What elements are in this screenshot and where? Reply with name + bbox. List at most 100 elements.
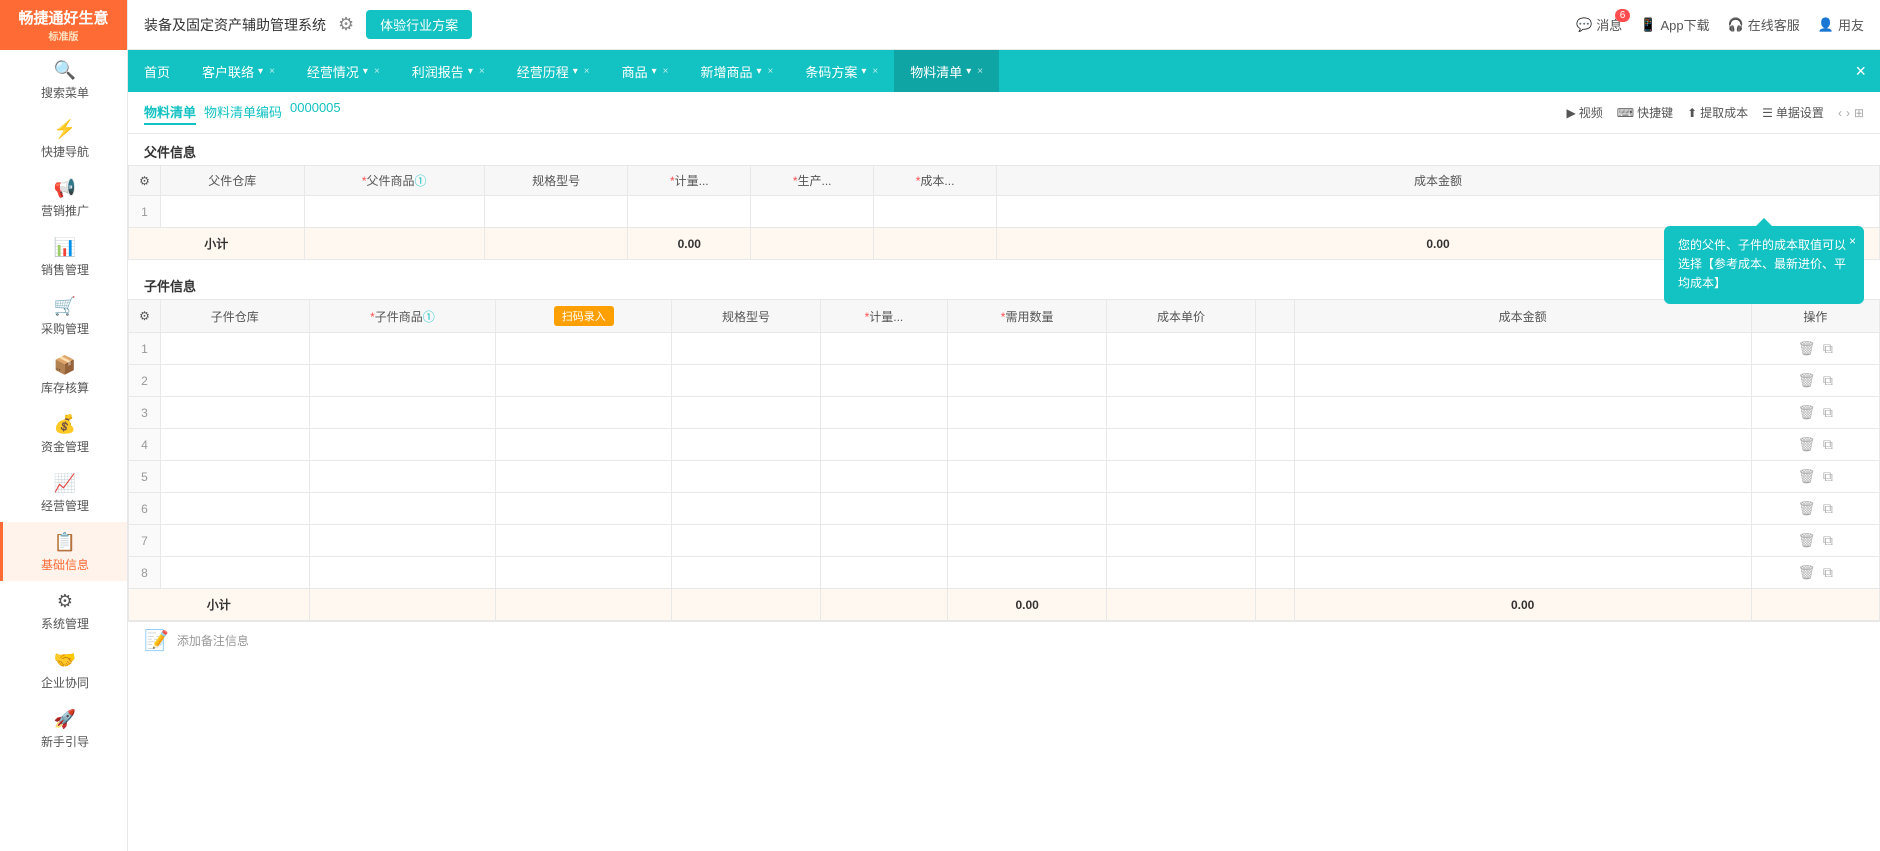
child-qty-cell[interactable] bbox=[948, 493, 1107, 525]
sidebar-item-purchase[interactable]: 🛒 采购管理 bbox=[0, 286, 127, 345]
tab-customer[interactable]: 客户联络 ▾ × bbox=[186, 50, 291, 92]
child-spec-cell[interactable] bbox=[672, 429, 821, 461]
child-warehouse-cell[interactable] bbox=[161, 461, 310, 493]
delete-icon[interactable]: 🗑 bbox=[1798, 500, 1816, 516]
child-goods-cell[interactable] bbox=[309, 461, 496, 493]
tab-barcode[interactable]: 条码方案 ▾ × bbox=[789, 50, 894, 92]
delete-icon[interactable]: 🗑 bbox=[1798, 532, 1816, 548]
child-unit-cell[interactable] bbox=[820, 333, 947, 365]
child-goods-cell[interactable] bbox=[309, 557, 496, 589]
child-goods-cell[interactable] bbox=[309, 429, 496, 461]
child-qty-cell[interactable] bbox=[948, 333, 1107, 365]
delete-icon[interactable]: 🗑 bbox=[1798, 436, 1816, 452]
nav-close-icon[interactable]: × bbox=[1849, 61, 1872, 82]
child-unit-cost-cell[interactable] bbox=[1107, 493, 1256, 525]
child-warehouse-cell[interactable] bbox=[161, 525, 310, 557]
tooltip-close-btn[interactable]: × bbox=[1849, 232, 1856, 251]
sidebar-item-basic-info[interactable]: 📋 基础信息 bbox=[0, 522, 127, 581]
child-unit-cost-cell[interactable] bbox=[1107, 365, 1256, 397]
child-unit-cost-cell[interactable] bbox=[1107, 397, 1256, 429]
sidebar-item-search[interactable]: 🔍 搜索菜单 bbox=[0, 50, 127, 109]
sidebar-item-system[interactable]: ⚙ 系统管理 bbox=[0, 581, 127, 640]
delete-icon[interactable]: 🗑 bbox=[1798, 372, 1816, 388]
child-warehouse-cell[interactable] bbox=[161, 333, 310, 365]
tab-history[interactable]: 经营历程 ▾ × bbox=[501, 50, 606, 92]
nav-next-icon[interactable]: › bbox=[1846, 106, 1850, 120]
copy-icon[interactable]: ⧉ bbox=[1823, 372, 1833, 388]
child-qty-cell[interactable] bbox=[948, 461, 1107, 493]
child-warehouse-cell[interactable] bbox=[161, 365, 310, 397]
close-icon[interactable]: × bbox=[977, 66, 983, 77]
close-icon[interactable]: × bbox=[872, 66, 878, 77]
online-service-btn[interactable]: 🎧 在线客服 bbox=[1728, 15, 1800, 34]
child-spec-cell[interactable] bbox=[672, 397, 821, 429]
close-icon[interactable]: × bbox=[479, 66, 485, 77]
child-qty-cell[interactable] bbox=[948, 557, 1107, 589]
child-unit-cell[interactable] bbox=[820, 397, 947, 429]
child-unit-cell[interactable] bbox=[820, 461, 947, 493]
close-icon[interactable]: × bbox=[584, 66, 590, 77]
tab-home[interactable]: 首页 bbox=[128, 50, 186, 92]
expand-icon[interactable]: ⊞ bbox=[1854, 106, 1864, 120]
child-unit-cell[interactable] bbox=[820, 429, 947, 461]
copy-icon[interactable]: ⧉ bbox=[1823, 340, 1833, 356]
sidebar-item-newguide[interactable]: 🚀 新手引导 bbox=[0, 699, 127, 758]
child-warehouse-cell[interactable] bbox=[161, 557, 310, 589]
child-spec-cell[interactable] bbox=[672, 557, 821, 589]
child-unit-cell[interactable] bbox=[820, 493, 947, 525]
shortcut-btn[interactable]: ⌨ 快捷键 bbox=[1617, 104, 1673, 121]
child-unit-cell[interactable] bbox=[820, 557, 947, 589]
tab-goods[interactable]: 商品 ▾ × bbox=[606, 50, 685, 92]
copy-icon[interactable]: ⧉ bbox=[1823, 436, 1833, 452]
sidebar-item-finance[interactable]: 💰 资金管理 bbox=[0, 404, 127, 463]
sidebar-item-marketing[interactable]: 📢 营销推广 bbox=[0, 168, 127, 227]
child-unit-cost-cell[interactable] bbox=[1107, 525, 1256, 557]
child-goods-cell[interactable] bbox=[309, 365, 496, 397]
single-settings-btn[interactable]: ☰ 单据设置 bbox=[1762, 104, 1824, 121]
app-download-btn[interactable]: 📱 App下载 bbox=[1640, 15, 1709, 34]
messages-btn[interactable]: 💬 消息 6 bbox=[1576, 15, 1622, 34]
child-spec-cell[interactable] bbox=[672, 333, 821, 365]
view-btn[interactable]: ▶ 视频 bbox=[1566, 104, 1602, 121]
parent-cost-cell[interactable] bbox=[874, 196, 997, 228]
parent-warehouse-cell[interactable] bbox=[161, 196, 305, 228]
parent-goods-cell[interactable] bbox=[304, 196, 484, 228]
copy-icon[interactable]: ⧉ bbox=[1823, 564, 1833, 580]
sidebar-item-sales[interactable]: 📊 销售管理 bbox=[0, 227, 127, 286]
extract-cost-btn[interactable]: ⬆ 提取成本 bbox=[1687, 104, 1748, 121]
close-icon[interactable]: × bbox=[663, 66, 669, 77]
child-unit-cost-cell[interactable] bbox=[1107, 461, 1256, 493]
child-unit-cost-cell[interactable] bbox=[1107, 557, 1256, 589]
copy-icon[interactable]: ⧉ bbox=[1823, 468, 1833, 484]
copy-icon[interactable]: ⧉ bbox=[1823, 532, 1833, 548]
sub-tab-bom[interactable]: 物料清单 bbox=[144, 100, 196, 125]
child-warehouse-cell[interactable] bbox=[161, 429, 310, 461]
tab-new-goods[interactable]: 新增商品 ▾ × bbox=[684, 50, 789, 92]
parent-unit-cell[interactable] bbox=[628, 196, 751, 228]
tab-profit[interactable]: 利润报告 ▾ × bbox=[396, 50, 501, 92]
user-btn[interactable]: 👤 用友 bbox=[1818, 15, 1864, 34]
child-warehouse-cell[interactable] bbox=[161, 397, 310, 429]
child-unit-cell[interactable] bbox=[820, 365, 947, 397]
child-qty-cell[interactable] bbox=[948, 365, 1107, 397]
settings-button[interactable]: ⚙ bbox=[338, 14, 354, 35]
child-spec-cell[interactable] bbox=[672, 461, 821, 493]
close-icon[interactable]: × bbox=[374, 66, 380, 77]
trial-button[interactable]: 体验行业方案 bbox=[366, 10, 472, 39]
sidebar-item-inventory[interactable]: 📦 库存核算 bbox=[0, 345, 127, 404]
sidebar-item-quicknav[interactable]: ⚡ 快捷导航 bbox=[0, 109, 127, 168]
close-icon[interactable]: × bbox=[269, 66, 275, 77]
child-spec-cell[interactable] bbox=[672, 365, 821, 397]
delete-icon[interactable]: 🗑 bbox=[1798, 404, 1816, 420]
child-goods-cell[interactable] bbox=[309, 493, 496, 525]
add-row-icon[interactable]: 📝 bbox=[144, 628, 169, 653]
sidebar-item-operations[interactable]: 📈 经营管理 bbox=[0, 463, 127, 522]
child-spec-cell[interactable] bbox=[672, 525, 821, 557]
child-spec-cell[interactable] bbox=[672, 493, 821, 525]
nav-prev-icon[interactable]: ‹ bbox=[1838, 106, 1842, 120]
parent-production-cell[interactable] bbox=[751, 196, 874, 228]
delete-icon[interactable]: 🗑 bbox=[1798, 468, 1816, 484]
child-unit-cost-cell[interactable] bbox=[1107, 333, 1256, 365]
child-goods-cell[interactable] bbox=[309, 525, 496, 557]
parent-spec-cell[interactable] bbox=[484, 196, 628, 228]
